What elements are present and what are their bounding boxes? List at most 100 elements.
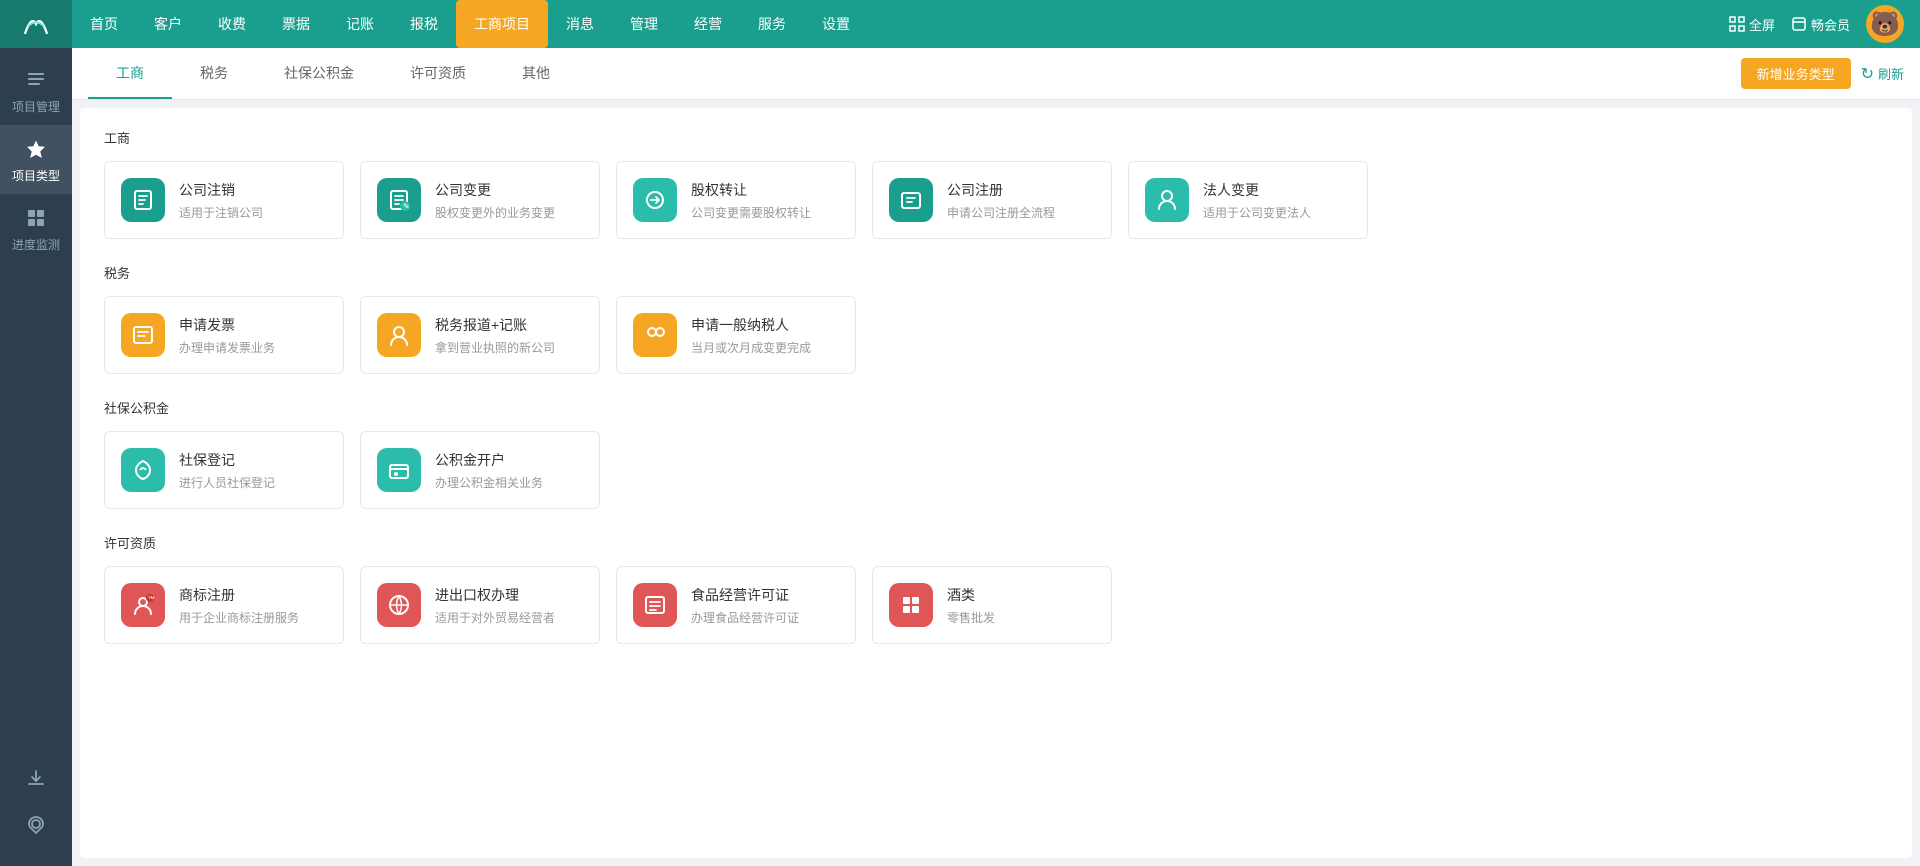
card-tax-report[interactable]: 税务报道+记账 拿到营业执照的新公司 xyxy=(360,296,600,374)
tax-report-icon xyxy=(377,313,421,357)
sidebar-item-progress[interactable]: 进度监测 xyxy=(0,194,72,263)
provident-fund-icon xyxy=(377,448,421,492)
tab-business[interactable]: 工商 xyxy=(88,48,172,99)
card-company-change[interactable]: ✎ 公司变更 股权变更外的业务变更 xyxy=(360,161,600,239)
section-title-tax: 税务 xyxy=(104,263,1888,282)
svg-text:✎: ✎ xyxy=(403,202,410,211)
provident-fund-info: 公积金开户 办理公积金相关业务 xyxy=(435,450,583,491)
card-liquor[interactable]: 酒类 零售批发 xyxy=(872,566,1112,644)
company-register-desc: 申请公司注册全流程 xyxy=(947,204,1095,221)
card-grid-tax: 申请发票 办理申请发票业务 税务报道+记账 拿到营业执照的新公司 xyxy=(104,296,1888,374)
liquor-name: 酒类 xyxy=(947,585,1095,605)
social-insurance-reg-desc: 进行人员社保登记 xyxy=(179,474,327,491)
member-button[interactable]: 畅会员 xyxy=(1791,15,1850,34)
card-provident-fund[interactable]: 公积金开户 办理公积金相关业务 xyxy=(360,431,600,509)
nav-manage[interactable]: 管理 xyxy=(612,0,676,48)
equity-transfer-desc: 公司变更需要股权转让 xyxy=(691,204,839,221)
nav-client[interactable]: 客户 xyxy=(136,0,200,48)
tab-license[interactable]: 许可资质 xyxy=(382,48,494,99)
sidebar-bottom xyxy=(0,754,72,866)
trademark-desc: 用于企业商标注册服务 xyxy=(179,609,327,626)
add-type-button[interactable]: 新增业务类型 xyxy=(1741,58,1851,89)
import-export-info: 进出口权办理 适用于对外贸易经营者 xyxy=(435,585,583,626)
app-logo xyxy=(0,0,72,48)
social-insurance-reg-info: 社保登记 进行人员社保登记 xyxy=(179,450,327,491)
company-cancel-icon xyxy=(121,178,165,222)
general-taxpayer-icon xyxy=(633,313,677,357)
top-nav-right: 全屏 畅会员 🐻 xyxy=(1729,5,1920,43)
star-icon xyxy=(22,135,50,163)
sidebar-location[interactable] xyxy=(0,802,72,850)
top-nav-items: 首页 客户 收费 票据 记账 报税 工商项目 消息 管理 经营 服务 设置 xyxy=(72,0,1729,48)
tax-report-info: 税务报道+记账 拿到营业执照的新公司 xyxy=(435,315,583,356)
tab-social-insurance[interactable]: 社保公积金 xyxy=(256,48,382,99)
list-icon xyxy=(22,66,50,94)
card-company-cancel[interactable]: 公司注销 适用于注销公司 xyxy=(104,161,344,239)
nav-operation[interactable]: 经营 xyxy=(676,0,740,48)
import-export-name: 进出口权办理 xyxy=(435,585,583,605)
general-taxpayer-info: 申请一般纳税人 当月或次月成变更完成 xyxy=(691,315,839,356)
sidebar-label-progress: 进度监测 xyxy=(12,236,60,253)
company-change-desc: 股权变更外的业务变更 xyxy=(435,204,583,221)
card-apply-invoice[interactable]: 申请发票 办理申请发票业务 xyxy=(104,296,344,374)
nav-service[interactable]: 服务 xyxy=(740,0,804,48)
apply-invoice-name: 申请发票 xyxy=(179,315,327,335)
tab-other[interactable]: 其他 xyxy=(494,48,578,99)
tab-list: 工商 税务 社保公积金 许可资质 其他 xyxy=(88,48,578,99)
card-grid-license: ™ 商标注册 用于企业商标注册服务 进出口权办理 适用于对 xyxy=(104,566,1888,644)
card-company-register[interactable]: 公司注册 申请公司注册全流程 xyxy=(872,161,1112,239)
card-grid-social: 社保登记 进行人员社保登记 公积金开户 办理公积金相关业务 xyxy=(104,431,1888,509)
content-area: 工商 税务 社保公积金 许可资质 其他 新增业务类型 ↻ 刷新 工商 xyxy=(72,48,1920,866)
company-change-name: 公司变更 xyxy=(435,180,583,200)
card-general-taxpayer[interactable]: 申请一般纳税人 当月或次月成变更完成 xyxy=(616,296,856,374)
legal-person-name: 法人变更 xyxy=(1203,180,1351,200)
sidebar-download[interactable] xyxy=(0,754,72,802)
food-license-icon xyxy=(633,583,677,627)
card-food-license[interactable]: 食品经营许可证 办理食品经营许可证 xyxy=(616,566,856,644)
left-sidebar: 项目管理 项目类型 进度监测 xyxy=(0,48,72,866)
section-tax: 税务 申请发票 办理申请发票业务 xyxy=(104,263,1888,374)
sidebar-item-project-type[interactable]: 项目类型 xyxy=(0,125,72,194)
company-cancel-desc: 适用于注销公司 xyxy=(179,204,327,221)
equity-transfer-name: 股权转让 xyxy=(691,180,839,200)
trademark-name: 商标注册 xyxy=(179,585,327,605)
card-trademark[interactable]: ™ 商标注册 用于企业商标注册服务 xyxy=(104,566,344,644)
sidebar-item-project-manage[interactable]: 项目管理 xyxy=(0,56,72,125)
fullscreen-button[interactable]: 全屏 xyxy=(1729,15,1775,34)
nav-home[interactable]: 首页 xyxy=(72,0,136,48)
company-cancel-info: 公司注销 适用于注销公司 xyxy=(179,180,327,221)
trademark-icon: ™ xyxy=(121,583,165,627)
liquor-desc: 零售批发 xyxy=(947,609,1095,626)
nav-invoice[interactable]: 票据 xyxy=(264,0,328,48)
equity-transfer-icon xyxy=(633,178,677,222)
nav-settings[interactable]: 设置 xyxy=(804,0,868,48)
card-social-insurance-reg[interactable]: 社保登记 进行人员社保登记 xyxy=(104,431,344,509)
nav-tax[interactable]: 报税 xyxy=(392,0,456,48)
tab-tax[interactable]: 税务 xyxy=(172,48,256,99)
card-equity-transfer[interactable]: 股权转让 公司变更需要股权转让 xyxy=(616,161,856,239)
nav-bookkeeping[interactable]: 记账 xyxy=(328,0,392,48)
sidebar-label-project-type: 项目类型 xyxy=(12,167,60,184)
scroll-content[interactable]: 工商 公司注销 适用于注销公司 ✎ xyxy=(80,108,1912,858)
company-register-name: 公司注册 xyxy=(947,180,1095,200)
card-legal-person-change[interactable]: 法人变更 适用于公司变更法人 xyxy=(1128,161,1368,239)
card-import-export[interactable]: 进出口权办理 适用于对外贸易经营者 xyxy=(360,566,600,644)
section-social-insurance: 社保公积金 社保登记 进行人员社保登记 xyxy=(104,398,1888,509)
legal-person-icon xyxy=(1145,178,1189,222)
nav-business[interactable]: 工商项目 xyxy=(456,0,548,48)
section-title-gongshang: 工商 xyxy=(104,128,1888,147)
food-license-desc: 办理食品经营许可证 xyxy=(691,609,839,626)
nav-fee[interactable]: 收费 xyxy=(200,0,264,48)
nav-message[interactable]: 消息 xyxy=(548,0,612,48)
fullscreen-label: 全屏 xyxy=(1749,15,1775,34)
section-title-license: 许可资质 xyxy=(104,533,1888,552)
refresh-button[interactable]: ↻ 刷新 xyxy=(1861,64,1904,84)
food-license-info: 食品经营许可证 办理食品经营许可证 xyxy=(691,585,839,626)
company-register-icon xyxy=(889,178,933,222)
liquor-info: 酒类 零售批发 xyxy=(947,585,1095,626)
company-change-icon: ✎ xyxy=(377,178,421,222)
location-icon xyxy=(22,812,50,840)
liquor-icon xyxy=(889,583,933,627)
section-gongshang: 工商 公司注销 适用于注销公司 ✎ xyxy=(104,128,1888,239)
sidebar-label-project-manage: 项目管理 xyxy=(12,98,60,115)
